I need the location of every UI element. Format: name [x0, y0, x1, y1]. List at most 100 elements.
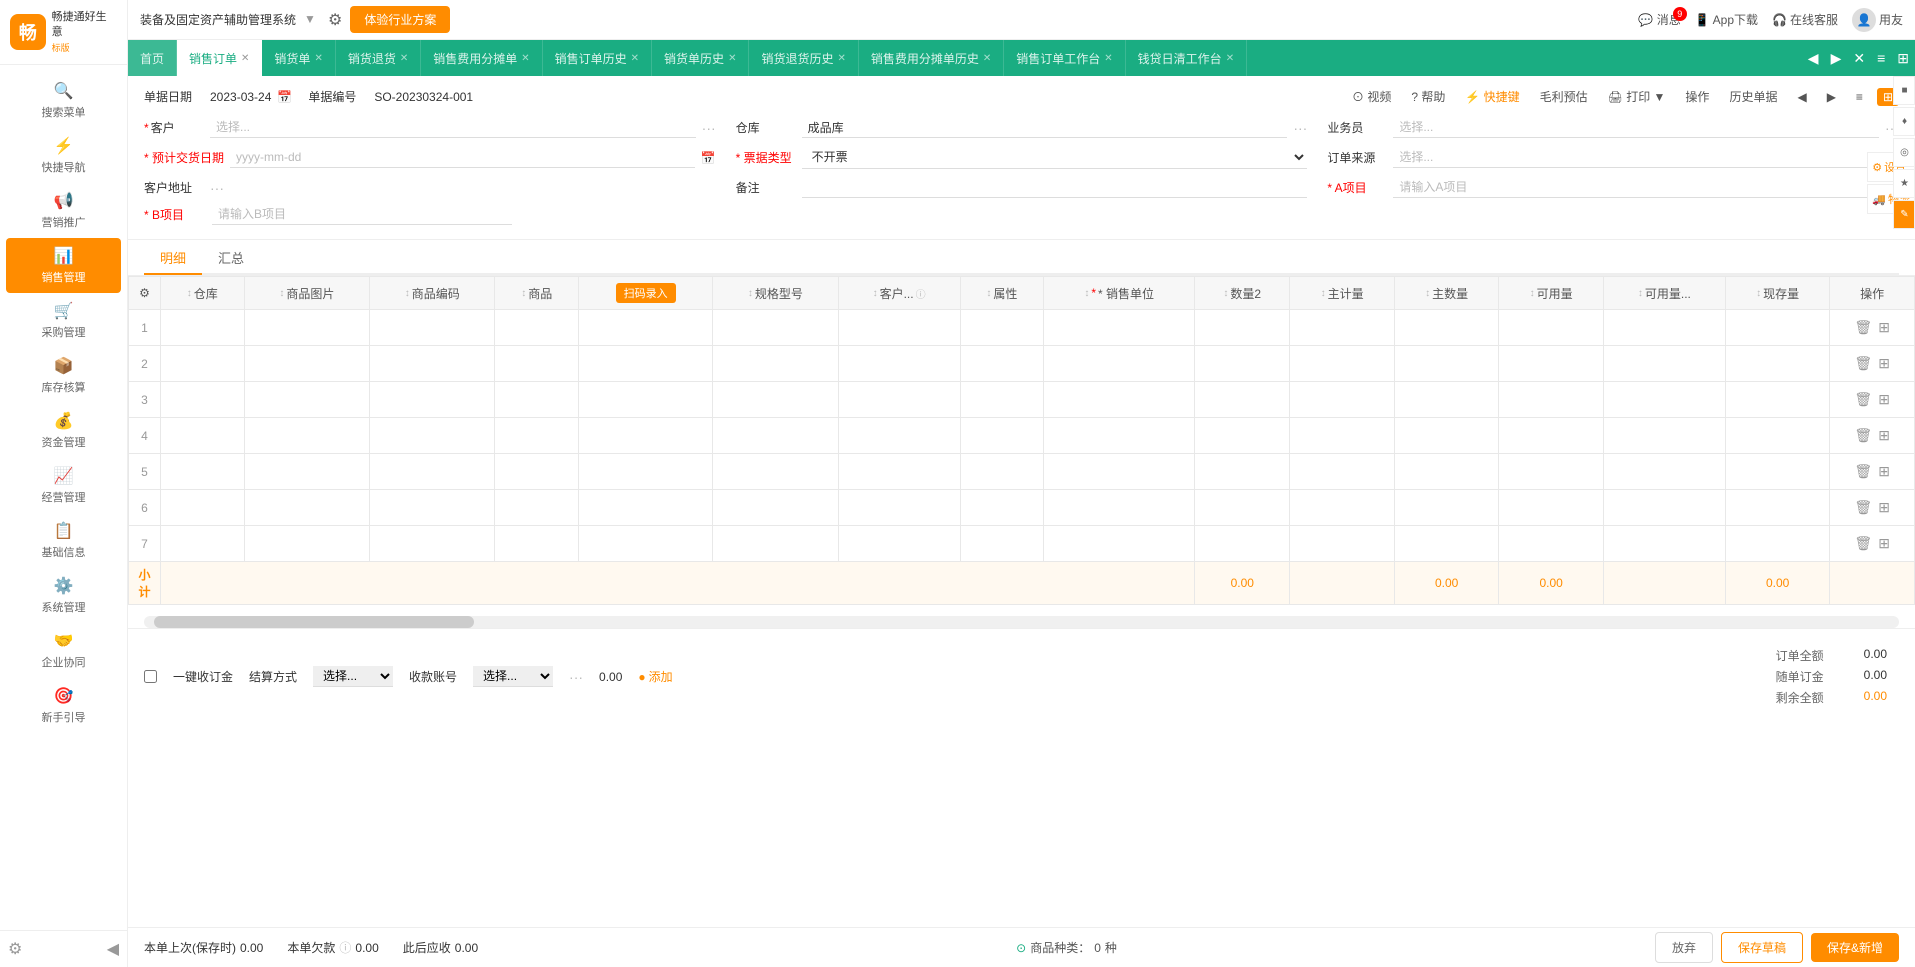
cell-avail-7[interactable]	[1499, 526, 1604, 562]
sidebar-item-purchase[interactable]: 🛒 采购管理	[0, 293, 127, 348]
cell-cust-code-2[interactable]	[838, 346, 960, 382]
cell-img-2[interactable]	[244, 346, 369, 382]
cell-avail-3[interactable]	[1499, 382, 1604, 418]
cell-scan-2[interactable]	[579, 346, 713, 382]
tab-sales-order-close[interactable]: ✕	[241, 53, 249, 64]
cell-avail-1[interactable]	[1499, 310, 1604, 346]
tab-close-all-btn[interactable]: ✕	[1847, 50, 1871, 67]
copy-row-5-btn[interactable]: ⊞	[1878, 463, 1890, 480]
help-btn[interactable]: ? 帮助	[1405, 86, 1451, 107]
order-source-input[interactable]	[1393, 147, 1879, 168]
cell-product-3[interactable]	[495, 382, 579, 418]
cell-unit-6[interactable]	[1044, 490, 1195, 526]
cell-spec-1[interactable]	[713, 310, 838, 346]
cell-qty2-7[interactable]	[1195, 526, 1290, 562]
payment-method-select[interactable]: 选择...	[313, 666, 393, 687]
cell-unit-7[interactable]	[1044, 526, 1195, 562]
copy-row-7-btn[interactable]: ⊞	[1878, 535, 1890, 552]
cell-code-4[interactable]	[370, 418, 495, 454]
tab-order-history-close[interactable]: ✕	[631, 53, 639, 64]
cell-main-unit-7[interactable]	[1290, 526, 1395, 562]
right-btn-2[interactable]: ♦	[1893, 107, 1915, 136]
cell-img-7[interactable]	[244, 526, 369, 562]
cell-warehouse-2[interactable]	[161, 346, 245, 382]
add-payment-btn[interactable]: ● 添加	[638, 668, 672, 685]
cell-cust-code-3[interactable]	[838, 382, 960, 418]
video-btn[interactable]: ⊙ 视频	[1346, 86, 1397, 107]
cell-spec-6[interactable]	[713, 490, 838, 526]
warehouse-dots[interactable]: ···	[1293, 120, 1307, 136]
cell-warehouse-5[interactable]	[161, 454, 245, 490]
copy-row-4-btn[interactable]: ⊞	[1878, 427, 1890, 444]
cell-avail-6[interactable]	[1499, 490, 1604, 526]
copy-row-2-btn[interactable]: ⊞	[1878, 355, 1890, 372]
header-dropdown-icon[interactable]: ▼	[304, 12, 320, 28]
cell-spec-4[interactable]	[713, 418, 838, 454]
nav-next-btn[interactable]: ▶	[1821, 88, 1842, 106]
tab-cash-workbench[interactable]: 钱贷日清工作台 ✕	[1126, 40, 1247, 76]
quick-checkout-checkbox[interactable]	[144, 670, 157, 683]
cell-main-qty-3[interactable]	[1394, 382, 1499, 418]
account-select[interactable]: 选择...	[473, 666, 553, 687]
right-btn-3[interactable]: ◎	[1893, 138, 1915, 167]
cell-attr-1[interactable]	[960, 310, 1044, 346]
history-btn[interactable]: 历史单据	[1723, 86, 1783, 107]
cell-qty2-2[interactable]	[1195, 346, 1290, 382]
delete-row-6-btn[interactable]: 🗑	[1854, 499, 1872, 516]
cell-img-4[interactable]	[244, 418, 369, 454]
tab-order-workbench[interactable]: 销售订单工作台 ✕	[1004, 40, 1125, 76]
remarks-input[interactable]	[802, 177, 1308, 198]
collapse-icon[interactable]: ◀	[107, 939, 119, 959]
cell-img-6[interactable]	[244, 490, 369, 526]
tab-return-history-close[interactable]: ✕	[728, 53, 736, 64]
cell-warehouse-3[interactable]	[161, 382, 245, 418]
tab-refund-history[interactable]: 销货退货历史 ✕	[749, 40, 858, 76]
cell-warehouse-1[interactable]	[161, 310, 245, 346]
horizontal-scrollbar[interactable]	[144, 616, 1899, 628]
cell-unit-5[interactable]	[1044, 454, 1195, 490]
tab-sales-return[interactable]: 销货单 ✕	[262, 40, 335, 76]
sidebar-item-marketing[interactable]: 📢 营销推广	[0, 183, 127, 238]
list-view-btn[interactable]: ≡	[1850, 88, 1869, 106]
user-area[interactable]: 👤 用友	[1852, 8, 1903, 32]
cell-stock-5[interactable]	[1725, 454, 1830, 490]
cell-scan-4[interactable]	[579, 418, 713, 454]
cell-qty2-5[interactable]	[1195, 454, 1290, 490]
tab-expense-split[interactable]: 销售费用分摊单 ✕	[421, 40, 542, 76]
cell-img-1[interactable]	[244, 310, 369, 346]
cell-product-7[interactable]	[495, 526, 579, 562]
th-scan[interactable]: 扫码录入	[579, 277, 713, 310]
cell-main-unit-4[interactable]	[1290, 418, 1395, 454]
save-draft-btn[interactable]: 保存草稿	[1721, 932, 1803, 963]
sidebar-item-corp[interactable]: 🤝 企业协同	[0, 623, 127, 678]
copy-row-3-btn[interactable]: ⊞	[1878, 391, 1890, 408]
right-btn-5[interactable]: ✎	[1893, 200, 1915, 229]
cell-warehouse-6[interactable]	[161, 490, 245, 526]
scan-btn[interactable]: 扫码录入	[616, 283, 676, 303]
cell-main-unit-3[interactable]	[1290, 382, 1395, 418]
delete-row-2-btn[interactable]: 🗑	[1854, 355, 1872, 372]
tab-sales-order[interactable]: 销售订单 ✕	[177, 40, 262, 76]
sidebar-item-basic[interactable]: 📋 基础信息	[0, 513, 127, 568]
cell-avail-5[interactable]	[1499, 454, 1604, 490]
header-gear-icon[interactable]: ⚙	[328, 10, 342, 30]
tab-next-btn[interactable]: ▶	[1825, 50, 1848, 67]
cell-avail2-2[interactable]	[1603, 346, 1725, 382]
cell-scan-6[interactable]	[579, 490, 713, 526]
tab-sales-refund[interactable]: 销货退货 ✕	[336, 40, 421, 76]
action-button[interactable]: 体验行业方案	[350, 6, 450, 33]
cell-main-qty-2[interactable]	[1394, 346, 1499, 382]
cell-code-7[interactable]	[370, 526, 495, 562]
cell-spec-7[interactable]	[713, 526, 838, 562]
cell-unit-4[interactable]	[1044, 418, 1195, 454]
cell-spec-5[interactable]	[713, 454, 838, 490]
cell-code-3[interactable]	[370, 382, 495, 418]
sidebar-item-search[interactable]: 🔍 搜索菜单	[0, 73, 127, 128]
copy-row-6-btn[interactable]: ⊞	[1878, 499, 1890, 516]
cell-product-4[interactable]	[495, 418, 579, 454]
cell-main-unit-2[interactable]	[1290, 346, 1395, 382]
cell-cust-code-6[interactable]	[838, 490, 960, 526]
tab-home[interactable]: 首页	[128, 40, 177, 76]
cell-avail-4[interactable]	[1499, 418, 1604, 454]
cell-unit-3[interactable]	[1044, 382, 1195, 418]
